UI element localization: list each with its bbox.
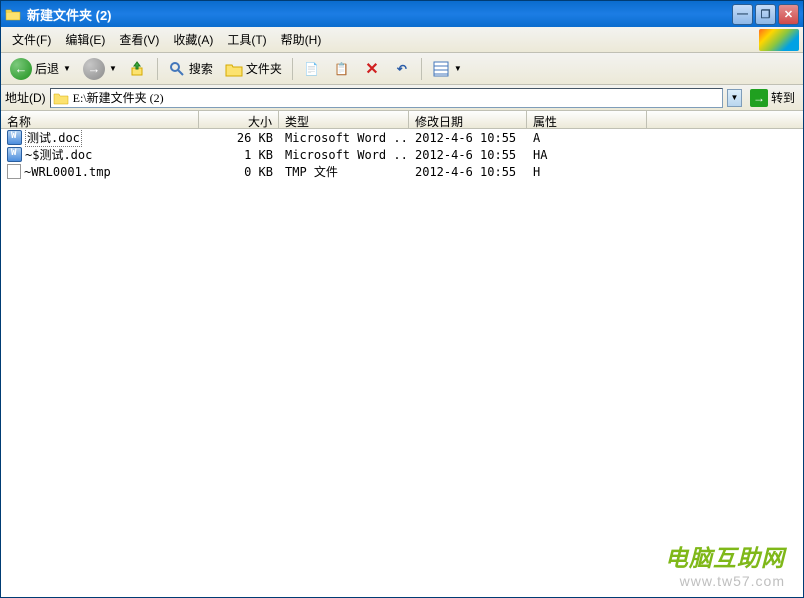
separator <box>292 58 293 80</box>
file-row[interactable]: ~$测试.doc 1 KBMicrosoft Word ...2012-4-6 1… <box>1 146 803 163</box>
file-type: TMP 文件 <box>279 163 409 180</box>
address-dropdown-button[interactable]: ▼ <box>727 89 742 107</box>
delete-icon: ✕ <box>363 60 381 78</box>
forward-icon: → <box>83 58 105 80</box>
copy-button[interactable]: 📋 <box>328 57 356 81</box>
file-type: Microsoft Word ... <box>279 148 409 162</box>
file-date: 2012-4-6 10:55 <box>409 131 527 145</box>
column-attributes[interactable]: 属性 <box>527 111 647 128</box>
minimize-button[interactable]: — <box>732 4 753 25</box>
views-icon <box>432 60 450 78</box>
window-title: 新建文件夹 (2) <box>27 5 732 24</box>
search-button[interactable]: 搜索 <box>163 57 218 81</box>
back-icon: ← <box>10 58 32 80</box>
window-buttons: — ❐ ✕ <box>732 4 799 25</box>
up-button[interactable] <box>124 57 152 81</box>
file-name: ~$测试.doc <box>25 146 92 163</box>
file-name: ~WRL0001.tmp <box>24 165 111 179</box>
file-name: 测试.doc <box>25 129 82 147</box>
undo-button[interactable]: ↶ <box>388 57 416 81</box>
column-size[interactable]: 大小 <box>199 111 279 128</box>
column-modified[interactable]: 修改日期 <box>409 111 527 128</box>
file-row[interactable]: 测试.doc 26 KBMicrosoft Word ...2012-4-6 10… <box>1 129 803 146</box>
views-button[interactable]: ▼ <box>427 57 467 81</box>
address-path: E:\新建文件夹 (2) <box>73 89 164 106</box>
file-attr: HA <box>527 148 647 162</box>
file-name-cell: ~WRL0001.tmp <box>1 164 199 179</box>
menu-edit[interactable]: 编辑(E) <box>58 28 112 51</box>
folders-icon <box>225 60 243 78</box>
search-label: 搜索 <box>189 60 213 77</box>
undo-icon: ↶ <box>393 60 411 78</box>
file-attr: A <box>527 131 647 145</box>
file-type: Microsoft Word ... <box>279 131 409 145</box>
file-name-cell: ~$测试.doc <box>1 146 199 163</box>
file-size: 26 KB <box>199 131 279 145</box>
menu-tools[interactable]: 工具(T) <box>220 28 273 51</box>
file-list[interactable]: 测试.doc26 KBMicrosoft Word ...2012-4-6 10… <box>1 129 803 597</box>
folder-icon <box>5 7 21 21</box>
separator <box>157 58 158 80</box>
back-button[interactable]: ← 后退 ▼ <box>5 55 76 83</box>
menu-favorites[interactable]: 收藏(A) <box>166 28 220 51</box>
menu-help[interactable]: 帮助(H) <box>274 28 329 51</box>
menu-file[interactable]: 文件(F) <box>5 28 58 51</box>
titlebar: 新建文件夹 (2) — ❐ ✕ <box>1 1 803 27</box>
go-label: 转到 <box>771 89 795 106</box>
folders-button[interactable]: 文件夹 <box>220 57 287 81</box>
folders-label: 文件夹 <box>246 60 282 77</box>
go-icon: → <box>750 89 768 107</box>
file-attr: H <box>527 165 647 179</box>
address-label: 地址(D) <box>5 89 46 106</box>
file-row[interactable]: ~WRL0001.tmp 0 KBTMP 文件2012-4-6 10:55H <box>1 163 803 180</box>
back-label: 后退 <box>35 60 59 77</box>
column-name[interactable]: 名称 <box>1 111 199 128</box>
separator <box>421 58 422 80</box>
file-date: 2012-4-6 10:55 <box>409 165 527 179</box>
file-name-cell: 测试.doc <box>1 129 199 147</box>
watermark-url: www.tw57.com <box>665 573 785 589</box>
close-button[interactable]: ✕ <box>778 4 799 25</box>
windows-logo-icon <box>759 29 799 51</box>
move-button[interactable]: 📄 <box>298 57 326 81</box>
word-doc-icon <box>7 147 22 162</box>
watermark-title: 电脑互助网 <box>665 539 785 573</box>
watermark: 电脑互助网 www.tw57.com <box>665 539 785 589</box>
chevron-down-icon: ▼ <box>63 64 71 73</box>
up-folder-icon <box>129 60 147 78</box>
addressbar: 地址(D) E:\新建文件夹 (2) ▼ → 转到 <box>1 85 803 111</box>
tmp-file-icon <box>7 164 21 179</box>
chevron-down-icon: ▼ <box>109 64 117 73</box>
address-input[interactable]: E:\新建文件夹 (2) <box>50 88 723 108</box>
file-size: 0 KB <box>199 165 279 179</box>
copy-icon: 📋 <box>333 60 351 78</box>
word-doc-icon <box>7 130 22 145</box>
delete-button[interactable]: ✕ <box>358 57 386 81</box>
menubar: 文件(F) 编辑(E) 查看(V) 收藏(A) 工具(T) 帮助(H) <box>1 27 803 53</box>
move-icon: 📄 <box>303 60 321 78</box>
column-type[interactable]: 类型 <box>279 111 409 128</box>
folder-icon <box>53 91 69 105</box>
toolbar: ← 后退 ▼ → ▼ 搜索 文件夹 📄 📋 ✕ ↶ ▼ <box>1 53 803 85</box>
forward-button[interactable]: → ▼ <box>78 55 122 83</box>
search-icon <box>168 60 186 78</box>
column-header: 名称 大小 类型 修改日期 属性 <box>1 111 803 129</box>
chevron-down-icon: ▼ <box>454 64 462 73</box>
go-button[interactable]: → 转到 <box>746 87 799 109</box>
file-size: 1 KB <box>199 148 279 162</box>
menu-view[interactable]: 查看(V) <box>112 28 166 51</box>
maximize-button[interactable]: ❐ <box>755 4 776 25</box>
file-date: 2012-4-6 10:55 <box>409 148 527 162</box>
